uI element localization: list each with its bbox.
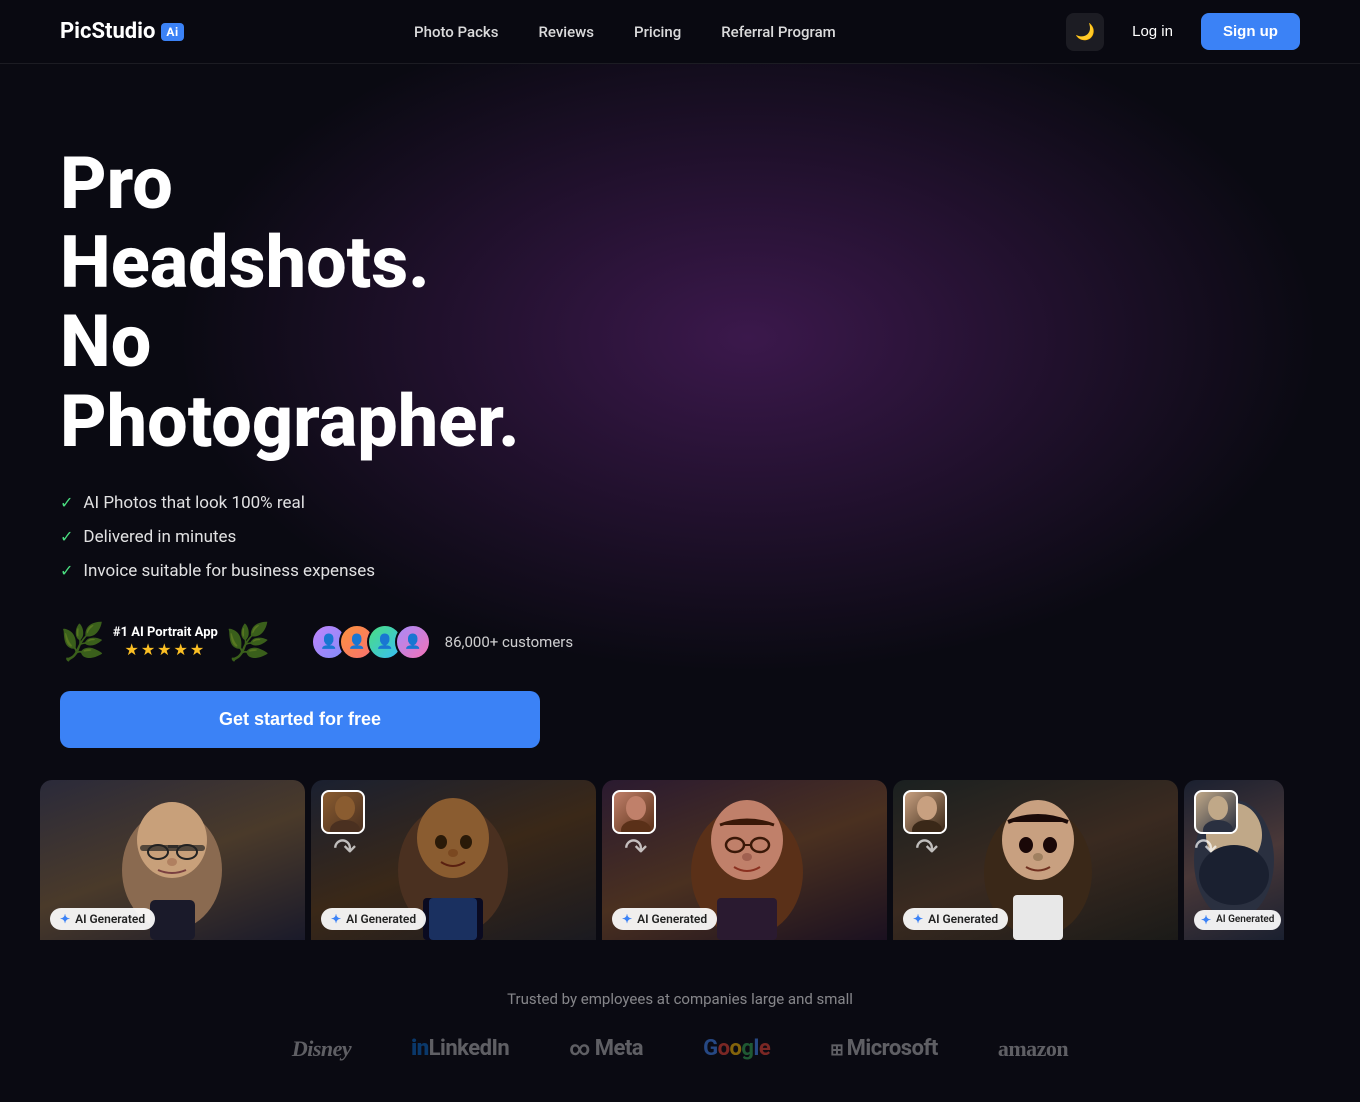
- feature-item-2: ✓ Delivered in minutes: [60, 527, 573, 547]
- photo-4-bg: ↷ ✦ AI Generated: [893, 780, 1178, 940]
- ai-star-icon-1: ✦: [60, 912, 70, 926]
- signup-button[interactable]: Sign up: [1201, 13, 1300, 50]
- ai-badge-3: ✦ AI Generated: [612, 908, 717, 930]
- photo-card-3: ↷ ✦ AI Generated: [602, 780, 887, 960]
- laurel-right-icon: 🌿: [226, 621, 271, 663]
- microsoft-logo: ⊞ Microsoft: [830, 1036, 938, 1061]
- arrow-curve-5: ↷: [1194, 832, 1217, 865]
- laurel-left-icon: 🌿: [60, 621, 105, 663]
- nav-actions: 🌙 Log in Sign up: [1066, 13, 1300, 51]
- cta-button[interactable]: Get started for free: [60, 691, 540, 748]
- thumbnail-2: [321, 790, 365, 834]
- photo-2-bg: ↷ ✦ AI Generated: [311, 780, 596, 940]
- trusted-text: Trusted by employees at companies large …: [60, 990, 1300, 1008]
- meta-logo: ∞ Meta: [569, 1036, 643, 1061]
- arrow-curve-2: ↷: [333, 832, 356, 865]
- photo-card-1: ✦ AI Generated: [40, 780, 305, 960]
- social-proof-row: 🌿 #1 AI Portrait App ★★★★★ 🌿 👤 👤 👤 👤: [60, 621, 573, 663]
- ai-badge-2: ✦ AI Generated: [321, 908, 426, 930]
- navbar: PicStudio Ai Photo Packs Reviews Pricing…: [0, 0, 1360, 64]
- award-text: #1 AI Portrait App ★★★★★: [105, 625, 226, 659]
- arrow-curve-3: ↷: [624, 832, 647, 865]
- hero-content: Pro Headshots. No Photographer. ✓ AI Pho…: [60, 144, 573, 748]
- customer-count-label: 86,000+ customers: [445, 633, 573, 651]
- check-icon-1: ✓: [60, 493, 73, 512]
- award-stars: ★★★★★: [113, 640, 218, 659]
- nav-links: Photo Packs Reviews Pricing Referral Pro…: [414, 22, 836, 41]
- feature-item-1: ✓ AI Photos that look 100% real: [60, 493, 573, 513]
- nav-referral[interactable]: Referral Program: [721, 23, 836, 41]
- thumbnail-4: [903, 790, 947, 834]
- company-logos: Disney inLinkedIn ∞ Meta Google ⊞ Micros…: [60, 1036, 1300, 1062]
- photo-card-2: ↷ ✦ AI Generated: [311, 780, 596, 960]
- ai-badge-1: ✦ AI Generated: [50, 908, 155, 930]
- ai-badge-4: ✦ AI Generated: [903, 908, 1008, 930]
- customer-count-row: 👤 👤 👤 👤 86,000+ customers: [311, 624, 573, 660]
- trusted-section: Trusted by employees at companies large …: [0, 960, 1360, 1102]
- photo-1-bg: ✦ AI Generated: [40, 780, 305, 940]
- meta-infinity-icon: ∞: [569, 1036, 590, 1060]
- photo-5-bg: ↷ ✦ AI Generated: [1184, 780, 1284, 940]
- feature-item-3: ✓ Invoice suitable for business expenses: [60, 561, 573, 581]
- ai-star-icon-4: ✦: [913, 912, 923, 926]
- photo-card-4: ↷ ✦ AI Generated: [893, 780, 1178, 960]
- nav-photo-packs[interactable]: Photo Packs: [414, 23, 498, 41]
- ai-star-icon-5: ✦: [1201, 913, 1211, 927]
- arrow-curve-4: ↷: [915, 832, 938, 865]
- ai-star-icon-3: ✦: [622, 912, 632, 926]
- check-icon-3: ✓: [60, 561, 73, 580]
- award-badge: 🌿 #1 AI Portrait App ★★★★★ 🌿: [60, 621, 271, 663]
- login-button[interactable]: Log in: [1116, 15, 1189, 48]
- ai-star-icon-2: ✦: [331, 912, 341, 926]
- award-title: #1 AI Portrait App: [113, 625, 218, 640]
- photos-strip: ✦ AI Generated: [0, 780, 1360, 960]
- photo-card-5: ↷ ✦ AI Generated: [1184, 780, 1284, 960]
- cta-section: Get started for free: [60, 691, 573, 748]
- nav-pricing[interactable]: Pricing: [634, 23, 681, 41]
- amazon-logo: amazon: [998, 1036, 1068, 1062]
- hero-section: Pro Headshots. No Photographer. ✓ AI Pho…: [0, 64, 1360, 748]
- avatar-stack: 👤 👤 👤 👤: [311, 624, 431, 660]
- photo-3-bg: ↷ ✦ AI Generated: [602, 780, 887, 940]
- thumbnail-3: [612, 790, 656, 834]
- nav-reviews[interactable]: Reviews: [538, 23, 594, 41]
- hero-features-list: ✓ AI Photos that look 100% real ✓ Delive…: [60, 493, 573, 581]
- logo-text: PicStudio: [60, 19, 155, 44]
- hero-title: Pro Headshots. No Photographer.: [60, 144, 573, 461]
- theme-toggle-button[interactable]: 🌙: [1066, 13, 1104, 51]
- thumbnail-5: [1194, 790, 1238, 834]
- logo[interactable]: PicStudio Ai: [60, 19, 184, 44]
- google-logo: Google: [703, 1036, 770, 1061]
- disney-logo: Disney: [292, 1036, 351, 1062]
- logo-ai-badge: Ai: [161, 23, 183, 41]
- ai-badge-5: ✦ AI Generated: [1194, 910, 1281, 930]
- linkedin-logo: inLinkedIn: [411, 1036, 509, 1061]
- avatar-4: 👤: [395, 624, 431, 660]
- check-icon-2: ✓: [60, 527, 73, 546]
